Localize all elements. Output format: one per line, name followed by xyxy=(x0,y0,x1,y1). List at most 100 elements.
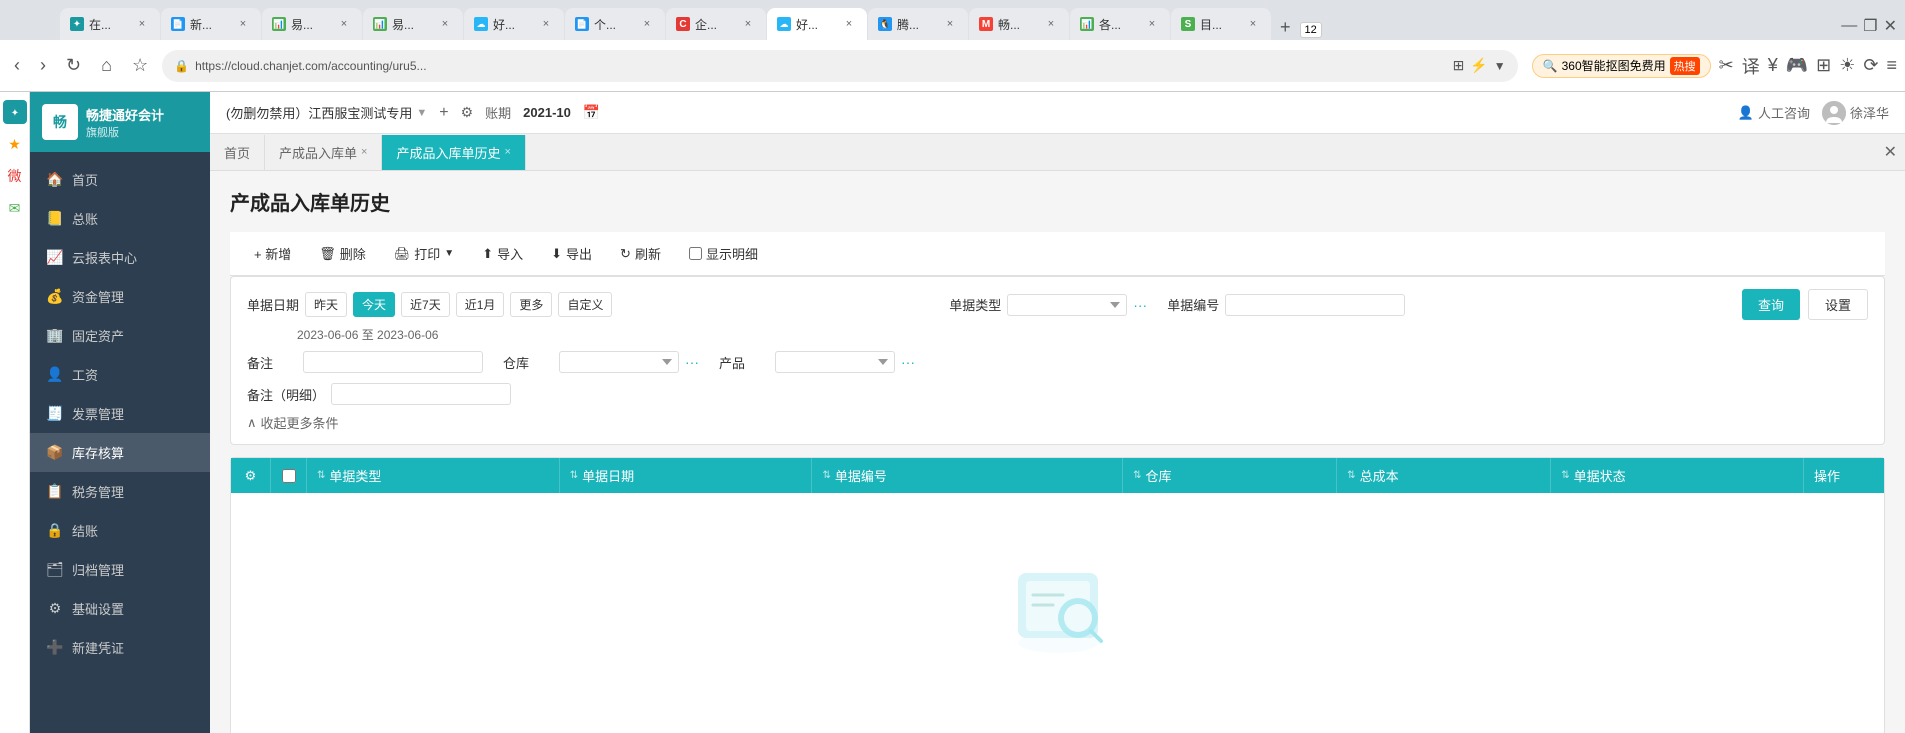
show-detail-check[interactable] xyxy=(689,247,702,260)
sidebar-item-close[interactable]: 🔒 结账 xyxy=(30,511,210,550)
dropdown-icon[interactable]: ▼ xyxy=(1494,59,1506,73)
company-select[interactable]: (勿删勿禁用）江西服宝测试专用 ▼ xyxy=(226,103,427,122)
sidebar-item-invoice[interactable]: 🧾 发票管理 xyxy=(30,394,210,433)
delete-button[interactable]: 🗑 删除 xyxy=(311,240,374,267)
tab-close-t1[interactable]: × xyxy=(134,18,150,30)
url-bar[interactable]: 🔒 https://cloud.chanjet.com/accounting/u… xyxy=(162,50,1518,82)
tab-t10[interactable]: M 畅... × xyxy=(969,8,1069,40)
scissors-icon[interactable]: ✂ xyxy=(1719,55,1734,76)
tab-close-t5[interactable]: × xyxy=(538,18,554,30)
print-dropdown-icon[interactable]: ▼ xyxy=(444,248,454,259)
th-number[interactable]: ⇅ 单据编号 xyxy=(812,458,1123,493)
th-date[interactable]: ⇅ 单据日期 xyxy=(560,458,813,493)
company-dropdown-icon[interactable]: ▼ xyxy=(416,107,427,119)
tab-close-t3[interactable]: × xyxy=(336,18,352,30)
game-icon[interactable]: 🎮 xyxy=(1786,55,1808,76)
new-tab-button[interactable]: + xyxy=(1272,17,1299,38)
icon-sidebar-star[interactable]: ★ xyxy=(3,132,27,156)
filter-settings-button[interactable]: 设置 xyxy=(1808,289,1868,320)
tab-t6[interactable]: 📄 个... × xyxy=(565,8,665,40)
th-warehouse[interactable]: ⇅ 仓库 xyxy=(1123,458,1337,493)
sidebar-item-home[interactable]: 🏠 首页 xyxy=(30,160,210,199)
tab-t4[interactable]: 📊 易... × xyxy=(363,8,463,40)
close-browser-button[interactable]: ✕ xyxy=(1884,16,1897,36)
tab-close-t12[interactable]: × xyxy=(1245,18,1261,30)
query-button[interactable]: 查询 xyxy=(1742,289,1800,320)
select-all-checkbox[interactable] xyxy=(282,469,296,483)
tab-close-t11[interactable]: × xyxy=(1144,18,1160,30)
th-gear[interactable]: ⚙ xyxy=(231,458,271,493)
sync-icon[interactable]: ⟳ xyxy=(1863,55,1878,76)
restore-button[interactable]: ❐ xyxy=(1863,16,1877,36)
yuan-icon[interactable]: ¥ xyxy=(1768,55,1778,76)
page-tab-history[interactable]: 产成品入库单历史 × xyxy=(382,135,525,170)
tab-close-t6[interactable]: × xyxy=(639,18,655,30)
note-detail-input[interactable] xyxy=(331,383,511,405)
refresh-button[interactable]: ↻ 刷新 xyxy=(612,240,669,267)
user-info[interactable]: 徐泽华 xyxy=(1822,101,1889,125)
date-btn-yesterday[interactable]: 昨天 xyxy=(305,292,347,317)
icon-sidebar-mail[interactable]: ✉ xyxy=(3,196,27,220)
voucher-type-dropdown[interactable] xyxy=(1007,294,1127,316)
menu-icon[interactable]: ≡ xyxy=(1886,55,1897,76)
sun-icon[interactable]: ☀ xyxy=(1839,55,1855,76)
page-tab-home[interactable]: 首页 xyxy=(210,135,265,170)
th-status[interactable]: ⇅ 单据状态 xyxy=(1551,458,1804,493)
tab-t2[interactable]: 📄 新... × xyxy=(161,8,261,40)
add-company-button[interactable]: + xyxy=(439,104,448,122)
tab-t8[interactable]: ☁ 好... × xyxy=(767,8,867,40)
minimize-button[interactable]: — xyxy=(1841,17,1857,35)
date-btn-today[interactable]: 今天 xyxy=(353,292,395,317)
th-check[interactable] xyxy=(271,458,307,493)
sidebar-item-tax[interactable]: 📋 税务管理 xyxy=(30,472,210,511)
calendar-icon[interactable]: 📅 xyxy=(583,104,600,121)
home-button[interactable]: ⌂ xyxy=(95,51,118,80)
tab-close-t4[interactable]: × xyxy=(437,18,453,30)
product-dropdown[interactable] xyxy=(775,351,895,373)
user-service[interactable]: 👤 人工咨询 xyxy=(1738,103,1810,122)
tab-t5[interactable]: ☁ 好... × xyxy=(464,8,564,40)
date-btn-more[interactable]: 更多 xyxy=(510,292,552,317)
sidebar-item-ledger[interactable]: 📒 总账 xyxy=(30,199,210,238)
voucher-number-input[interactable] xyxy=(1225,294,1405,316)
tab-close-t9[interactable]: × xyxy=(942,18,958,30)
date-btn-1month[interactable]: 近1月 xyxy=(456,292,505,317)
company-settings-icon[interactable]: ⚙ xyxy=(461,104,474,121)
date-btn-7days[interactable]: 近7天 xyxy=(401,292,450,317)
sidebar-item-newbill[interactable]: ➕ 新建凭证 xyxy=(30,628,210,667)
tab-t9[interactable]: 🐧 腾... × xyxy=(868,8,968,40)
translate-icon[interactable]: 译 xyxy=(1742,53,1760,79)
sidebar-item-reports[interactable]: 📈 云报表中心 xyxy=(30,238,210,277)
icon-sidebar-weibo[interactable]: 微 xyxy=(3,164,27,188)
collapse-button[interactable]: ∧ 收起更多条件 xyxy=(247,413,1868,432)
tab-t1[interactable]: ✦ 在... × xyxy=(60,8,160,40)
import-button[interactable]: ⬆ 导入 xyxy=(474,240,531,267)
sidebar-item-fixed[interactable]: 🏢 固定资产 xyxy=(30,316,210,355)
search-360[interactable]: 🔍 360智能抠图免费用 热搜 xyxy=(1532,54,1711,78)
tab-close-t2[interactable]: × xyxy=(235,18,251,30)
export-button[interactable]: ⬇ 导出 xyxy=(543,240,600,267)
grid2-icon[interactable]: ⊞ xyxy=(1816,55,1831,76)
tab-t3[interactable]: 📊 易... × xyxy=(262,8,362,40)
date-btn-custom[interactable]: 自定义 xyxy=(558,292,612,317)
tab-close-t10[interactable]: × xyxy=(1043,18,1059,30)
icon-sidebar-logo[interactable]: ✦ xyxy=(3,100,27,124)
page-tab-voucher-close[interactable]: × xyxy=(361,146,367,158)
page-tab-history-close[interactable]: × xyxy=(504,146,510,158)
th-cost[interactable]: ⇅ 总成本 xyxy=(1337,458,1551,493)
tab-t11[interactable]: 📊 各... × xyxy=(1070,8,1170,40)
tab-close-t7[interactable]: × xyxy=(740,18,756,30)
page-tab-voucher[interactable]: 产成品入库单 × xyxy=(265,135,382,170)
sidebar-item-inventory[interactable]: 📦 库存核算 xyxy=(30,433,210,472)
add-button[interactable]: + 新增 xyxy=(246,240,299,267)
tab-close-t8[interactable]: × xyxy=(841,18,857,30)
sidebar-item-archive[interactable]: 🗂 归档管理 xyxy=(30,550,210,589)
th-type[interactable]: ⇅ 单据类型 xyxy=(307,458,560,493)
warehouse-dropdown[interactable] xyxy=(559,351,679,373)
print-button[interactable]: 🖨 打印 ▼ xyxy=(386,240,462,267)
refresh-button[interactable]: ↻ xyxy=(60,51,87,80)
bookmark-button[interactable]: ☆ xyxy=(126,51,154,80)
voucher-type-ellipsis[interactable]: ··· xyxy=(1133,297,1147,313)
product-ellipsis[interactable]: ··· xyxy=(901,354,915,370)
warehouse-ellipsis[interactable]: ··· xyxy=(685,354,699,370)
